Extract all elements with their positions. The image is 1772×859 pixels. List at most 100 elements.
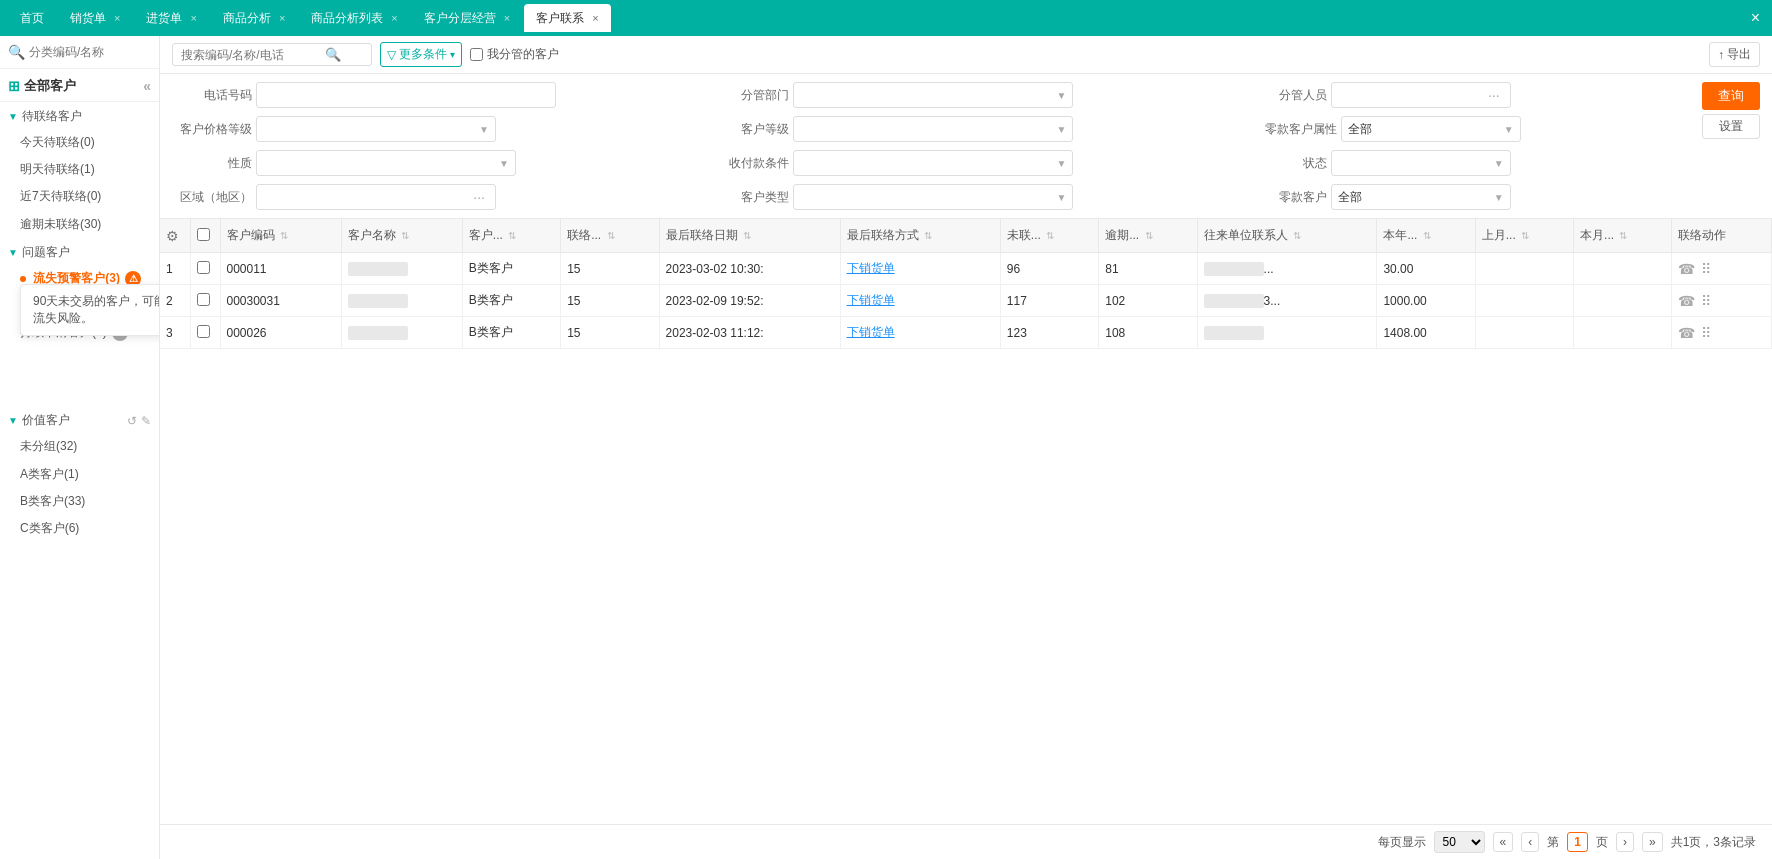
close-sales-icon[interactable]: × xyxy=(114,12,120,24)
person-select[interactable]: ··· xyxy=(1331,82,1511,108)
row-method-link-3[interactable]: 下销货单 xyxy=(847,325,895,339)
contact-icon-1[interactable]: ☎ xyxy=(1678,261,1695,277)
more-icon-2[interactable]: ⠿ xyxy=(1701,293,1711,309)
filter-dept: 分管部门 ▼ xyxy=(709,82,1222,108)
more-icon-3[interactable]: ⠿ xyxy=(1701,325,1711,341)
tab-customer-contact[interactable]: 客户联系 × xyxy=(524,4,610,32)
th-this-year[interactable]: 本年... ⇅ xyxy=(1377,219,1475,253)
region-select[interactable]: ··· xyxy=(256,184,496,210)
th-contact[interactable]: 联络... ⇅ xyxy=(561,219,659,253)
action-icons-3: ☎ ⠿ xyxy=(1678,325,1765,341)
my-customers-checkbox-label[interactable]: 我分管的客户 xyxy=(470,46,559,63)
zero-attr-select[interactable]: 全部 ▼ xyxy=(1341,116,1521,142)
th-contact-person[interactable]: 往来单位联系人 ⇅ xyxy=(1197,219,1377,253)
sidebar-item-class-a[interactable]: A类客户(1) xyxy=(0,461,159,488)
settings-button[interactable]: 设置 xyxy=(1702,114,1760,139)
th-overdue[interactable]: 逾期... ⇅ xyxy=(1099,219,1197,253)
row-action-1: ☎ ⠿ xyxy=(1672,253,1772,285)
row-method-link-2[interactable]: 下销货单 xyxy=(847,293,895,307)
zero-customer-select[interactable]: 全部 ▼ xyxy=(1331,184,1511,210)
section-problem-customers[interactable]: ▼ 问题客户 xyxy=(0,238,159,265)
table-row: 2 00030031 B类客户 15 2023-02-09 19:52: 下销货… xyxy=(160,285,1772,317)
person-dots-icon[interactable]: ··· xyxy=(1484,87,1504,103)
th-settings[interactable]: ⚙ xyxy=(160,219,190,253)
settings-gear-icon[interactable]: ⚙ xyxy=(166,228,179,244)
refresh-icon[interactable]: ↺ xyxy=(127,414,137,428)
tab-goods-list[interactable]: 商品分析列表 × xyxy=(299,4,409,32)
row-last-method-1[interactable]: 下销货单 xyxy=(840,253,1000,285)
select-all-checkbox[interactable] xyxy=(197,228,210,241)
sidebar-item-class-b[interactable]: B类客户(33) xyxy=(0,488,159,515)
payment-select[interactable]: ▼ xyxy=(793,150,1073,176)
row-1-checkbox[interactable] xyxy=(197,261,210,274)
row-last-method-3[interactable]: 下销货单 xyxy=(840,317,1000,349)
section-pending-contact[interactable]: ▼ 待联络客户 xyxy=(0,102,159,129)
last-page-button[interactable]: » xyxy=(1642,832,1663,852)
close-goods-analysis-icon[interactable]: × xyxy=(279,12,285,24)
row-checkbox-2[interactable] xyxy=(190,285,220,317)
th-last-month[interactable]: 上月... ⇅ xyxy=(1475,219,1573,253)
chevron-payment-icon: ▼ xyxy=(1056,158,1066,169)
th-this-month[interactable]: 本月... ⇅ xyxy=(1574,219,1672,253)
query-button[interactable]: 查询 xyxy=(1702,82,1760,110)
tab-purchase[interactable]: 进货单 × xyxy=(134,4,208,32)
customer-type-select[interactable]: ▼ xyxy=(793,184,1073,210)
th-checkbox[interactable] xyxy=(190,219,220,253)
prev-page-button[interactable]: ‹ xyxy=(1521,832,1539,852)
tab-customer-layer[interactable]: 客户分层经营 × xyxy=(412,4,522,32)
sort-date-icon: ⇅ xyxy=(743,230,751,241)
close-customer-layer-icon[interactable]: × xyxy=(504,12,510,24)
contact-icon-2[interactable]: ☎ xyxy=(1678,293,1695,309)
th-un-contact[interactable]: 未联... ⇅ xyxy=(1000,219,1098,253)
th-last-method[interactable]: 最后联络方式 ⇅ xyxy=(840,219,1000,253)
first-page-button[interactable]: « xyxy=(1493,832,1514,852)
tab-sales[interactable]: 销货单 × xyxy=(58,4,132,32)
price-level-select[interactable]: ▼ xyxy=(256,116,496,142)
customer-level-select[interactable]: ▼ xyxy=(793,116,1073,142)
export-button[interactable]: ↑ 导出 xyxy=(1709,42,1760,67)
search-input[interactable] xyxy=(181,48,321,62)
row-checkbox-3[interactable] xyxy=(190,317,220,349)
sidebar-item-today-contact[interactable]: 今天待联络(0) xyxy=(0,129,159,156)
close-customer-contact-icon[interactable]: × xyxy=(592,12,598,24)
sidebar-item-week-contact[interactable]: 近7天待联络(0) xyxy=(0,183,159,210)
th-type[interactable]: 客户... ⇅ xyxy=(462,219,560,253)
my-customers-checkbox[interactable] xyxy=(470,48,483,61)
row-this-month-1 xyxy=(1574,253,1672,285)
sidebar-item-ungrouped[interactable]: 未分组(32) xyxy=(0,433,159,460)
edit-icon[interactable]: ✎ xyxy=(141,414,151,428)
row-method-link-1[interactable]: 下销货单 xyxy=(847,261,895,275)
window-close-button[interactable]: × xyxy=(1747,5,1764,31)
close-goods-list-icon[interactable]: × xyxy=(391,12,397,24)
row-2-checkbox[interactable] xyxy=(197,293,210,306)
search-icon[interactable]: 🔍 xyxy=(325,47,341,62)
row-last-method-2[interactable]: 下销货单 xyxy=(840,285,1000,317)
region-dots-icon[interactable]: ··· xyxy=(469,189,489,205)
section-value-customers[interactable]: ▼ 价值客户 ↺ ✎ xyxy=(0,406,159,433)
th-code[interactable]: 客户编码 ⇅ xyxy=(220,219,341,253)
th-last-date[interactable]: 最后联络日期 ⇅ xyxy=(659,219,840,253)
close-purchase-icon[interactable]: × xyxy=(190,12,196,24)
dept-select[interactable]: ▼ xyxy=(793,82,1073,108)
status-select[interactable]: ▼ xyxy=(1331,150,1511,176)
collapse-icon[interactable]: « xyxy=(143,78,151,94)
per-page-select[interactable]: 50 100 200 xyxy=(1434,831,1485,853)
row-3-checkbox[interactable] xyxy=(197,325,210,338)
row-num-2: 2 xyxy=(160,285,190,317)
next-page-button[interactable]: › xyxy=(1616,832,1634,852)
row-checkbox-1[interactable] xyxy=(190,253,220,285)
nature-select[interactable]: ▼ xyxy=(256,150,516,176)
sort-type-icon: ⇅ xyxy=(508,230,516,241)
phone-input[interactable] xyxy=(256,82,556,108)
tab-goods-analysis[interactable]: 商品分析 × xyxy=(211,4,297,32)
action-icons-2: ☎ ⠿ xyxy=(1678,293,1765,309)
sidebar-item-tomorrow-contact[interactable]: 明天待联络(1) xyxy=(0,156,159,183)
tab-home[interactable]: 首页 xyxy=(8,4,56,32)
sidebar-item-class-c[interactable]: C类客户(6) xyxy=(0,515,159,542)
sidebar-search-input[interactable] xyxy=(29,45,160,59)
th-name[interactable]: 客户名称 ⇅ xyxy=(341,219,462,253)
contact-icon-3[interactable]: ☎ xyxy=(1678,325,1695,341)
more-filters-button[interactable]: ▽ 更多条件 ▾ xyxy=(380,42,462,67)
more-icon-1[interactable]: ⠿ xyxy=(1701,261,1711,277)
sidebar-item-overdue-contact[interactable]: 逾期未联络(30) xyxy=(0,211,159,238)
